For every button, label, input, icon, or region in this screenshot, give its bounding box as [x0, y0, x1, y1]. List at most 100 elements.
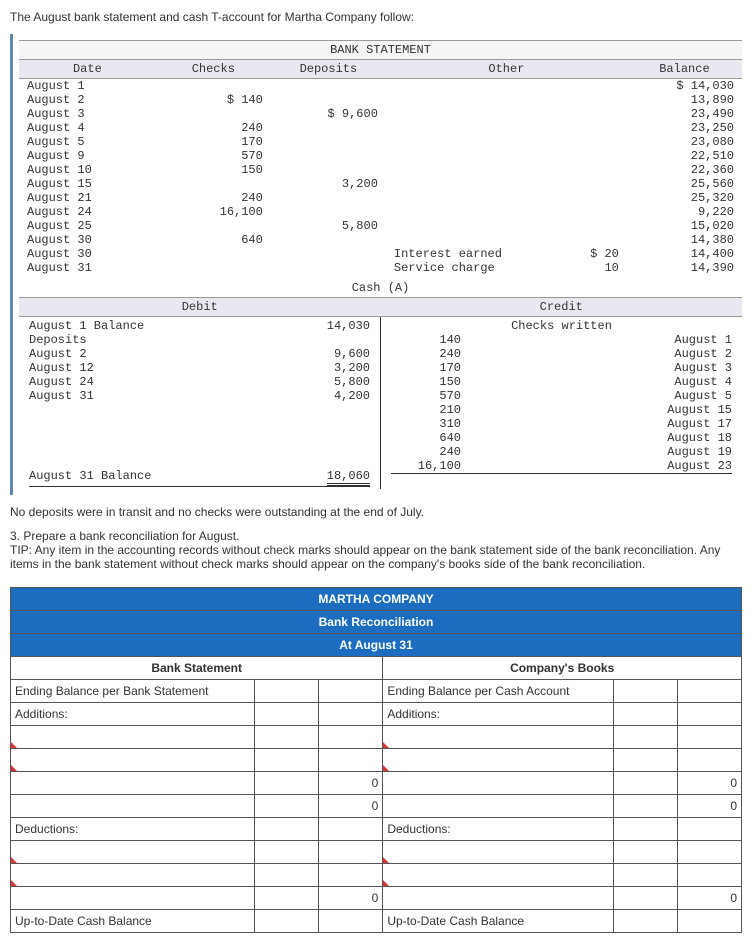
t-account-debit: August 1 Balance 14,030 Deposits August …	[19, 317, 381, 489]
cell[interactable]	[678, 864, 742, 887]
input-row[interactable]	[383, 841, 614, 864]
reconciliation-table: MARTHA COMPANY Bank Reconciliation At Au…	[10, 587, 742, 933]
utd-right-label: Up-to-Date Cash Balance	[383, 910, 614, 933]
cell[interactable]	[678, 680, 742, 703]
bank-statement-row: August 255,80015,020	[19, 219, 742, 233]
subtotal-cell[interactable]: 0	[319, 795, 383, 818]
bank-statement-header: Date Checks Deposits Other Balance	[19, 60, 742, 79]
input-row[interactable]	[383, 726, 614, 749]
cell[interactable]	[255, 910, 319, 933]
col-other-hdr: Other	[386, 60, 627, 79]
recon-date: At August 31	[11, 634, 742, 657]
debit-hdr: Debit	[19, 298, 381, 317]
cell[interactable]	[614, 864, 678, 887]
question-3: 3. Prepare a bank reconciliation for Aug…	[10, 529, 742, 543]
deductions-right-label: Deductions:	[383, 818, 614, 841]
additions-left-label: Additions:	[11, 703, 255, 726]
col-deposits-hdr: Deposits	[271, 60, 386, 79]
cell[interactable]	[255, 864, 319, 887]
deductions-left-label: Deductions:	[11, 818, 255, 841]
bank-statement-table: Date Checks Deposits Other Balance Augus…	[19, 59, 742, 275]
input-row[interactable]	[383, 749, 614, 772]
bank-statement-row: August 1015022,360	[19, 163, 742, 177]
bank-statement-row: August 424023,250	[19, 121, 742, 135]
cell[interactable]	[319, 726, 383, 749]
cell[interactable]	[678, 818, 742, 841]
cell[interactable]	[255, 680, 319, 703]
bank-statement-row: August 153,20025,560	[19, 177, 742, 191]
credit-hdr: Credit	[381, 298, 743, 317]
note-text: No deposits were in transit and no check…	[10, 505, 742, 519]
cell[interactable]	[255, 887, 319, 910]
subtotal-cell[interactable]: 0	[678, 772, 742, 795]
bank-statement-row: August 3$ 9,60023,490	[19, 107, 742, 121]
cell[interactable]	[319, 680, 383, 703]
cell[interactable]	[11, 772, 255, 795]
end-bal-bank-label: Ending Balance per Bank Statement	[11, 680, 255, 703]
cell[interactable]	[255, 818, 319, 841]
cell[interactable]	[614, 772, 678, 795]
cell[interactable]	[255, 726, 319, 749]
cell[interactable]	[614, 795, 678, 818]
cell[interactable]	[319, 910, 383, 933]
company-books-hdr: Company's Books	[383, 657, 742, 680]
cell[interactable]	[11, 795, 255, 818]
cell[interactable]	[614, 749, 678, 772]
col-balance-hdr: Balance	[627, 60, 742, 79]
cell[interactable]	[255, 795, 319, 818]
subtotal-cell[interactable]: 0	[319, 772, 383, 795]
beg-balance-val: 14,030	[327, 319, 370, 333]
input-row[interactable]	[11, 864, 255, 887]
cell[interactable]	[383, 795, 614, 818]
input-row[interactable]	[383, 864, 614, 887]
input-row[interactable]	[11, 841, 255, 864]
input-row[interactable]	[11, 726, 255, 749]
cell[interactable]	[319, 703, 383, 726]
cell[interactable]	[319, 749, 383, 772]
cell[interactable]	[11, 887, 255, 910]
cell[interactable]	[678, 726, 742, 749]
bank-statement-row: August 517023,080	[19, 135, 742, 149]
cell[interactable]	[319, 864, 383, 887]
subtotal-cell[interactable]: 0	[678, 887, 742, 910]
cell[interactable]	[383, 772, 614, 795]
cell[interactable]	[678, 910, 742, 933]
col-date-hdr: Date	[19, 60, 156, 79]
cell[interactable]	[614, 887, 678, 910]
cell[interactable]	[614, 680, 678, 703]
cell[interactable]	[319, 841, 383, 864]
bank-statement-row: August 2$ 14013,890	[19, 93, 742, 107]
cell[interactable]	[614, 818, 678, 841]
bank-statement-row: August 31Service charge1014,390	[19, 261, 742, 275]
input-row[interactable]	[11, 749, 255, 772]
utd-left-label: Up-to-Date Cash Balance	[11, 910, 255, 933]
deposits-label: Deposits	[29, 333, 87, 347]
cell[interactable]	[255, 749, 319, 772]
cell[interactable]	[319, 818, 383, 841]
cell[interactable]	[614, 726, 678, 749]
additions-right-label: Additions:	[383, 703, 614, 726]
bank-statement-row: August 3064014,380	[19, 233, 742, 247]
cell[interactable]	[678, 749, 742, 772]
bank-statement-row: August 2124025,320	[19, 191, 742, 205]
subtotal-cell[interactable]: 0	[319, 887, 383, 910]
intro-text: The August bank statement and cash T-acc…	[10, 10, 742, 24]
cell[interactable]	[255, 841, 319, 864]
cell[interactable]	[678, 703, 742, 726]
cell[interactable]	[255, 772, 319, 795]
bank-statement-hdr: Bank Statement	[11, 657, 383, 680]
cell[interactable]	[614, 841, 678, 864]
t-account: August 1 Balance 14,030 Deposits August …	[19, 317, 742, 489]
cell[interactable]	[614, 910, 678, 933]
beg-balance-label: August 1 Balance	[29, 319, 144, 333]
tip-text: TIP: Any item in the accounting records …	[10, 543, 742, 571]
cell[interactable]	[614, 703, 678, 726]
cell[interactable]	[678, 841, 742, 864]
bank-statement-row: August 1$ 14,030	[19, 79, 742, 94]
cash-header-table: Debit Credit	[19, 297, 742, 317]
bank-statement-title: BANK STATEMENT	[19, 40, 742, 59]
cell[interactable]	[383, 887, 614, 910]
subtotal-cell[interactable]: 0	[678, 795, 742, 818]
cell[interactable]	[255, 703, 319, 726]
bank-statement-panel: BANK STATEMENT Date Checks Deposits Othe…	[10, 34, 742, 495]
